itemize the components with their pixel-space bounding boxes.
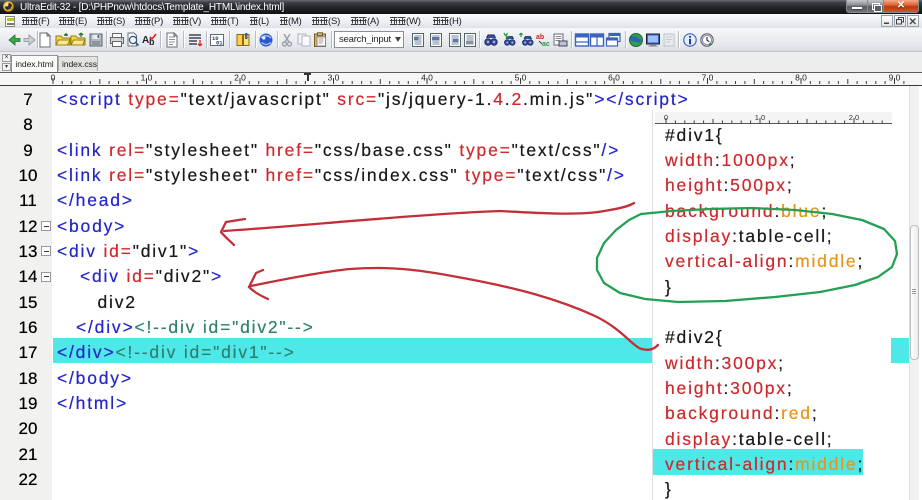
svg-text:01: 01 (216, 40, 223, 47)
svg-text:7,0: 7,0 (702, 73, 714, 83)
svg-text:1,0: 1,0 (141, 73, 153, 83)
svg-text:5,0: 5,0 (515, 73, 527, 83)
svg-text:3,0: 3,0 (328, 73, 340, 83)
svg-text:1,0: 1,0 (755, 113, 765, 122)
svg-text:9,0: 9,0 (889, 73, 901, 83)
svg-text:8,0: 8,0 (795, 73, 807, 83)
svg-text:ab: ab (536, 34, 544, 41)
svg-text:ac: ac (542, 41, 550, 48)
svg-text:6,0: 6,0 (608, 73, 620, 83)
svg-text:4,0: 4,0 (421, 73, 433, 83)
svg-text:2,0: 2,0 (849, 113, 859, 122)
svg-text:0: 0 (51, 73, 56, 83)
svg-text:0: 0 (664, 113, 668, 122)
svg-text:2,0: 2,0 (234, 73, 246, 83)
